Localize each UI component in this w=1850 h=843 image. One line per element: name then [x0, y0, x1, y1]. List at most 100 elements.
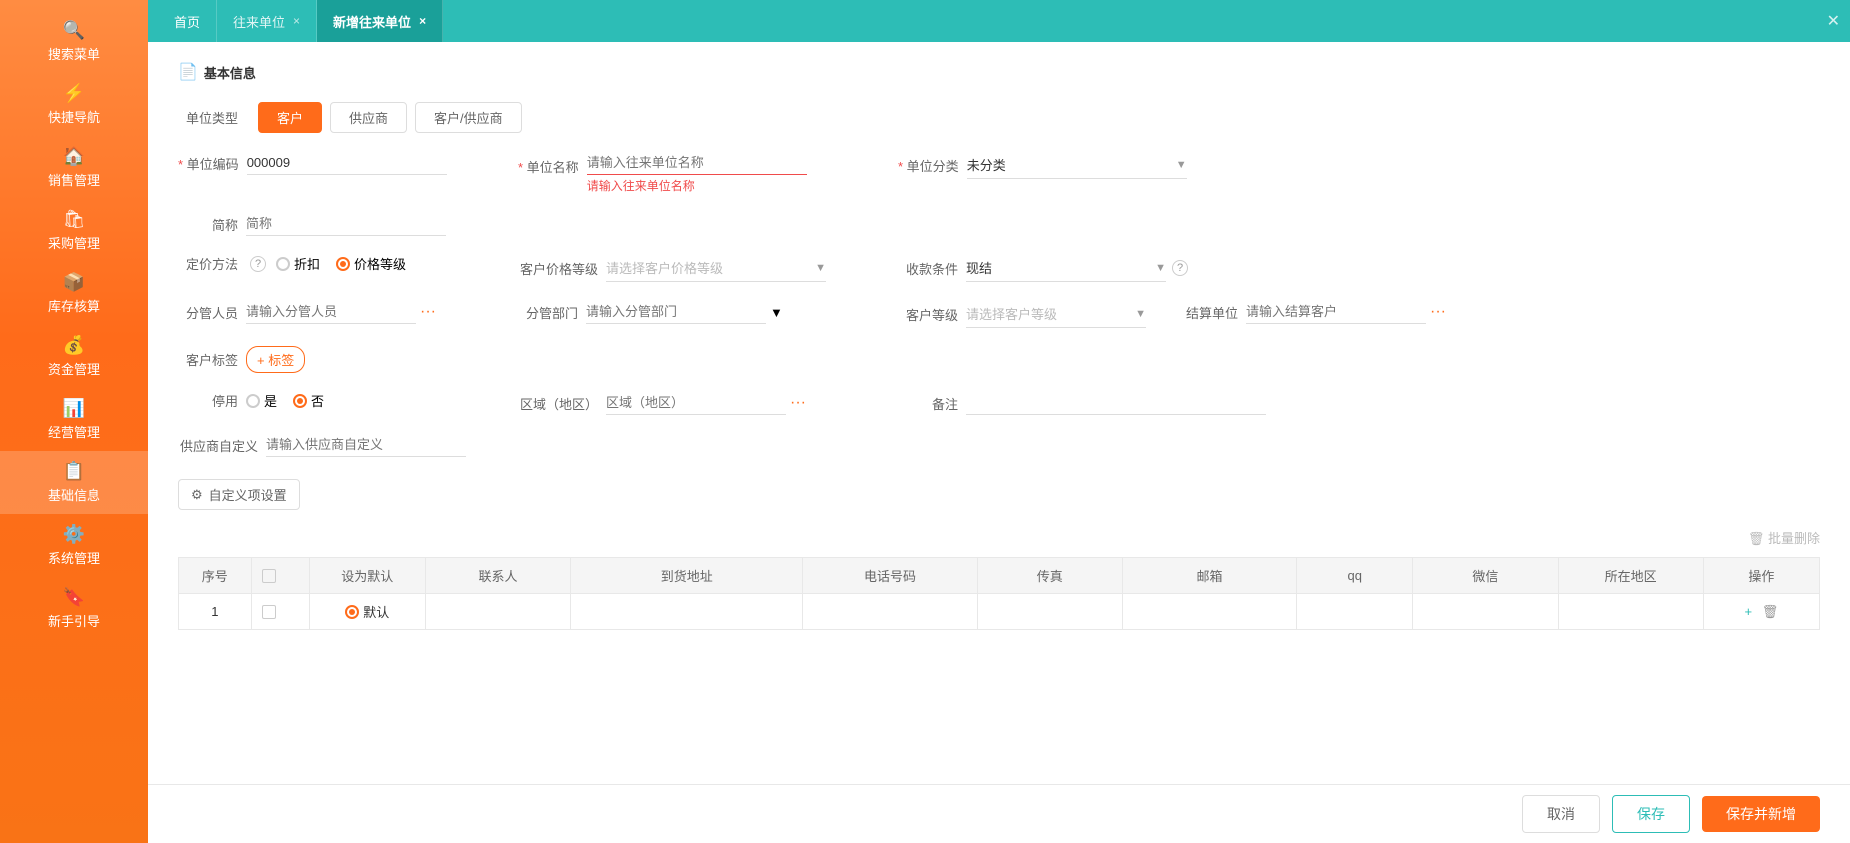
price-level-select[interactable]: 请选择客户价格等级 ▼ [606, 254, 826, 282]
region-dots-icon[interactable]: ··· [790, 394, 806, 412]
row-phone[interactable] [803, 594, 977, 630]
row-delete-icon[interactable]: 🗑 [1762, 604, 1779, 619]
dept-input[interactable] [586, 300, 766, 324]
name-field: 单位名称 请输入往来单位名称 [518, 151, 898, 194]
custom-settings-button[interactable]: ⚙ 自定义项设置 [178, 479, 300, 510]
tag-add-button[interactable]: + 标签 [246, 346, 305, 373]
unit-type-field: 单位类型 客户 供应商 客户/供应商 [178, 102, 522, 133]
sidebar-item-label: 搜索菜单 [48, 44, 100, 63]
disabled-yes[interactable]: 是 [246, 391, 277, 410]
sidebar-item-label: 快捷导航 [48, 107, 100, 126]
settlement-input[interactable] [1246, 300, 1426, 324]
row-default-radio[interactable]: 默认 [320, 602, 415, 621]
sidebar-item-purchase[interactable]: 🛍 采购管理 [0, 199, 148, 262]
unit-btn-both[interactable]: 客户/供应商 [415, 102, 522, 133]
col-fax: 传真 [977, 558, 1122, 594]
disabled-no-label: 否 [311, 391, 324, 410]
row-address-input[interactable] [581, 604, 792, 619]
row-fax[interactable] [977, 594, 1122, 630]
sidebar-item-inventory[interactable]: 📦 库存核算 [0, 262, 148, 325]
tab-new-contact-close[interactable]: × [419, 14, 426, 28]
row-qq-input[interactable] [1307, 604, 1402, 619]
row-email[interactable] [1122, 594, 1296, 630]
code-name-category-row: 单位编码 单位名称 请输入往来单位名称 单位分类 未分类 ▼ [178, 151, 1820, 194]
main-area: 首页 往来单位 × 新增往来单位 × ✕ 📄 基本信息 单位类型 客户 供应商 … [148, 0, 1850, 843]
row-checkbox[interactable] [262, 605, 276, 619]
sidebar-item-sales[interactable]: 🏠 销售管理 [0, 136, 148, 199]
row-contact[interactable] [425, 594, 570, 630]
unit-type-label: 单位类型 [178, 108, 238, 127]
sidebar-item-quicknav[interactable]: ⚡ 快捷导航 [0, 73, 148, 136]
sidebar: 🔍 搜索菜单 ⚡ 快捷导航 🏠 销售管理 🛍 采购管理 📦 库存核算 💰 资金管… [0, 0, 148, 843]
row-phone-input[interactable] [813, 604, 966, 619]
row-region[interactable] [1558, 594, 1703, 630]
unit-btn-supplier[interactable]: 供应商 [330, 102, 407, 133]
category-select[interactable]: 未分类 ▼ [967, 151, 1187, 179]
payment-help-icon[interactable]: ? [1172, 260, 1188, 276]
close-all-tabs-icon[interactable]: ✕ [1827, 11, 1840, 31]
short-name-input[interactable] [246, 212, 446, 236]
row-region-input[interactable] [1569, 604, 1693, 619]
payment-value: 现结 [966, 258, 992, 277]
dept-label: 分管部门 [518, 303, 578, 322]
col-default: 设为默认 [309, 558, 425, 594]
batch-delete-button[interactable]: 🗑 批量删除 [178, 528, 1820, 547]
custom-settings-label: 自定义项设置 [209, 485, 287, 504]
system-icon: ⚙️ [63, 524, 85, 545]
pricing-label: 定价方法 [178, 254, 238, 273]
payment-label: 收款条件 [898, 259, 958, 278]
row-wechat-input[interactable] [1423, 604, 1547, 619]
row-qq[interactable] [1297, 594, 1413, 630]
col-contact: 联系人 [425, 558, 570, 594]
tab-new-contact[interactable]: 新增往来单位 × [317, 0, 443, 42]
settlement-dots-icon[interactable]: ··· [1430, 303, 1446, 321]
tab-home[interactable]: 首页 [158, 0, 217, 42]
cancel-button[interactable]: 取消 [1522, 795, 1600, 833]
payment-field: 收款条件 现结 ▼ ? [898, 254, 1188, 282]
row-fax-input[interactable] [988, 604, 1112, 619]
remark-label: 备注 [898, 394, 958, 413]
code-input[interactable] [247, 151, 447, 175]
disabled-radio-group: 是 否 [246, 391, 324, 410]
price-level-placeholder: 请选择客户价格等级 [606, 258, 723, 277]
manager-input[interactable] [246, 300, 416, 324]
sidebar-item-system[interactable]: ⚙️ 系统管理 [0, 514, 148, 577]
manager-dots-icon[interactable]: ··· [420, 303, 436, 321]
tab-contacts[interactable]: 往来单位 × [217, 0, 317, 42]
customer-level-select[interactable]: 请选择客户等级 ▼ [966, 300, 1146, 328]
pricing-radio-group: 折扣 价格等级 [276, 254, 406, 273]
header-checkbox[interactable] [262, 569, 276, 583]
pricing-help-icon[interactable]: ? [250, 256, 266, 272]
supplier-custom-input[interactable] [266, 433, 466, 457]
tab-contacts-close[interactable]: × [293, 14, 300, 28]
unit-btn-customer[interactable]: 客户 [258, 102, 322, 133]
sidebar-item-newbie[interactable]: 🔖 新手引导 [0, 577, 148, 640]
payment-chevron-icon: ▼ [1155, 262, 1166, 274]
row-add-icon[interactable]: + [1745, 604, 1753, 619]
sidebar-item-operation[interactable]: 📊 经营管理 [0, 388, 148, 451]
manager-field: 分管人员 ··· [178, 300, 518, 324]
name-input[interactable] [587, 151, 807, 175]
row-wechat[interactable] [1413, 594, 1558, 630]
short-name-label: 简称 [178, 215, 238, 234]
row-email-input[interactable] [1133, 604, 1286, 619]
row-contact-input[interactable] [436, 604, 560, 619]
sidebar-item-search[interactable]: 🔍 搜索菜单 [0, 10, 148, 73]
remark-input[interactable] [966, 391, 1266, 415]
save-button[interactable]: 保存 [1612, 795, 1690, 833]
pricing-radio-level[interactable]: 价格等级 [336, 254, 406, 273]
sidebar-item-finance[interactable]: 💰 资金管理 [0, 325, 148, 388]
customer-level-label: 客户等级 [898, 305, 958, 324]
sidebar-item-label: 库存核算 [48, 296, 100, 315]
disabled-yes-label: 是 [264, 391, 277, 410]
row-address[interactable] [571, 594, 803, 630]
category-field: 单位分类 未分类 ▼ [898, 151, 1187, 179]
region-input[interactable] [606, 391, 786, 415]
save-new-button[interactable]: 保存并新增 [1702, 796, 1820, 832]
pricing-radio-discount[interactable]: 折扣 [276, 254, 320, 273]
payment-select[interactable]: 现结 ▼ [966, 254, 1166, 282]
col-phone: 电话号码 [803, 558, 977, 594]
disabled-no[interactable]: 否 [293, 391, 324, 410]
category-chevron-icon: ▼ [1176, 159, 1187, 171]
sidebar-item-basic[interactable]: 📋 基础信息 [0, 451, 148, 514]
